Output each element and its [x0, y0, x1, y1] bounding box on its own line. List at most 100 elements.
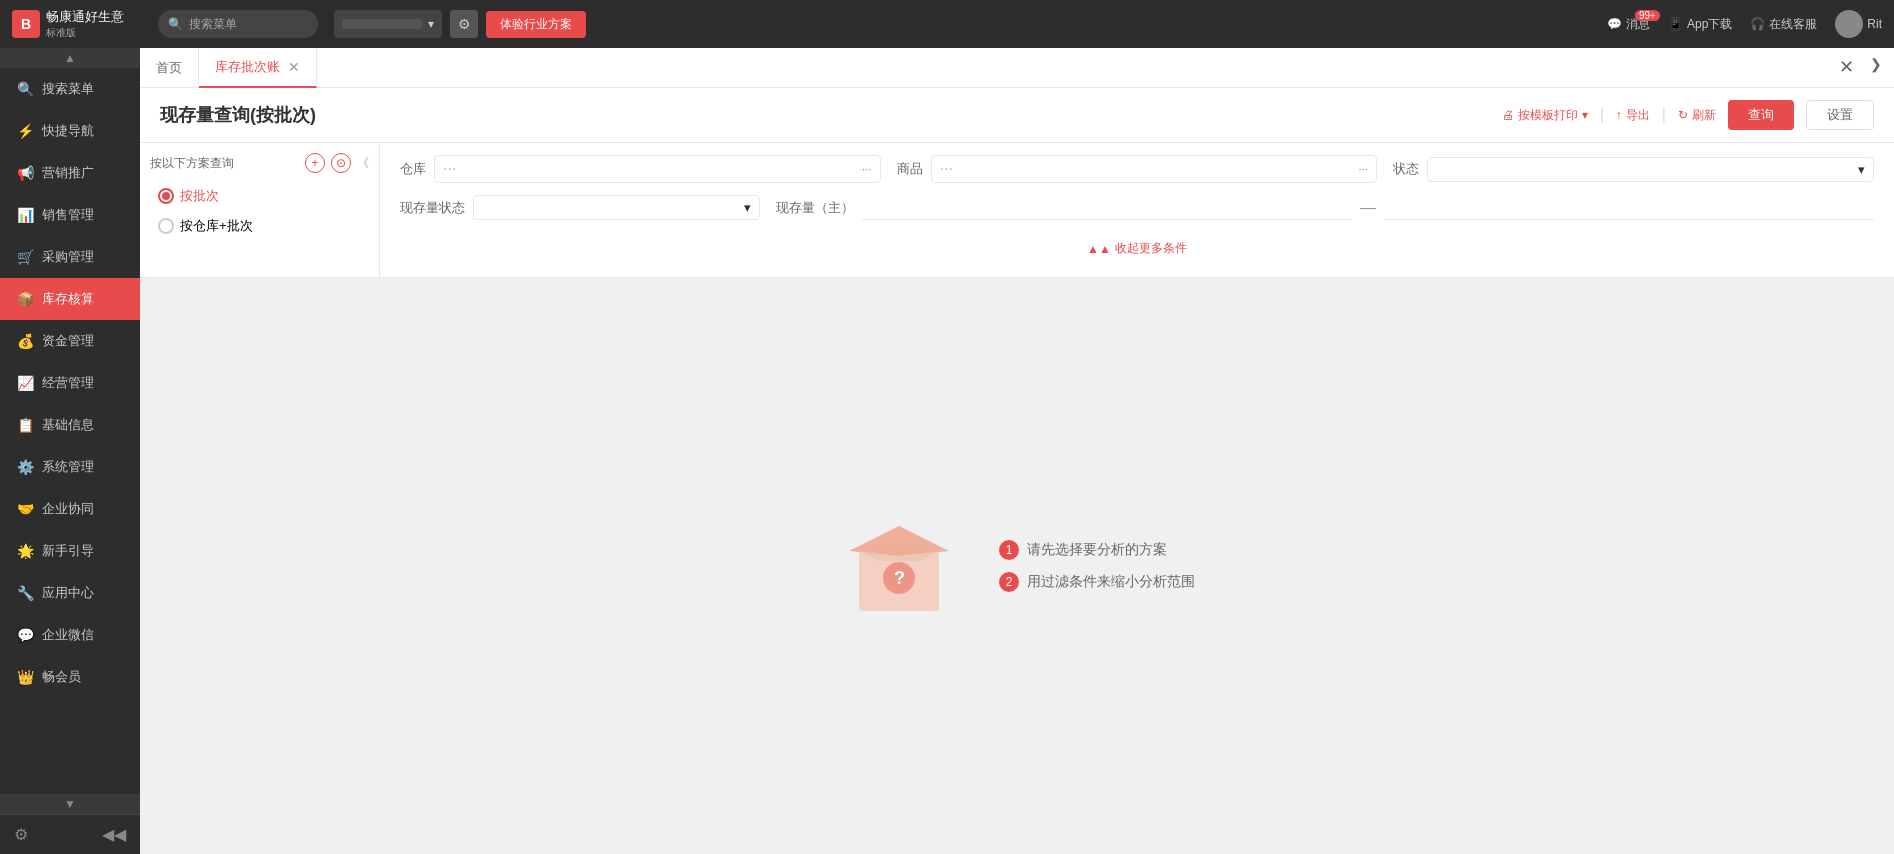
- sidebar-label-newbie: 新手引导: [42, 542, 94, 560]
- printer-icon: 🖨: [1502, 108, 1514, 122]
- enterprise-icon: 🤝: [16, 500, 34, 518]
- tabbar-close-icon[interactable]: ✕: [1839, 56, 1854, 78]
- topbar-dropdown[interactable]: ▾: [334, 10, 442, 38]
- sidebar-item-inventory[interactable]: 📦 库存核算: [0, 278, 140, 320]
- refresh-label: 刷新: [1692, 107, 1716, 124]
- query-button[interactable]: 查询: [1728, 100, 1794, 130]
- manage-plan-icon[interactable]: ⊙: [331, 153, 351, 173]
- sidebar-item-member[interactable]: 👑 畅会员: [0, 656, 140, 698]
- headset-icon: 🎧: [1750, 17, 1765, 31]
- filter-row-1: 仓库 ··· ··· 商品 ··· ··· 状态: [400, 155, 1874, 183]
- app-center-icon: 🔧: [16, 584, 34, 602]
- refresh-button[interactable]: ↻ 刷新: [1678, 107, 1716, 124]
- svg-marker-1: [849, 526, 949, 556]
- tab-home[interactable]: 首页: [140, 48, 199, 88]
- gear-icon[interactable]: ⚙: [450, 10, 478, 38]
- page-actions: 🖨 按模板打印 ▾ | ↑ 导出 | ↻ 刷新 查询 设置: [1502, 100, 1874, 130]
- search-menu-input[interactable]: 🔍 搜索菜单: [158, 10, 318, 38]
- logo-icon: B: [12, 10, 40, 38]
- goods-more-icon[interactable]: ···: [1358, 162, 1368, 176]
- quick-nav-icon: ⚡: [16, 122, 34, 140]
- step-2-text: 用过滤条件来缩小分析范围: [1027, 573, 1195, 591]
- goods-label: 商品: [897, 160, 923, 178]
- stock-status-dropdown-icon: ▾: [744, 200, 751, 215]
- sidebar-item-search[interactable]: 🔍 搜索菜单: [0, 68, 140, 110]
- logo-sub: 标准版: [46, 26, 124, 40]
- sidebar-label-system: 系统管理: [42, 458, 94, 476]
- message-button[interactable]: 💬 消息 99+: [1607, 16, 1650, 33]
- newbie-icon: 🌟: [16, 542, 34, 560]
- collapse-sidebar-icon[interactable]: ◀◀: [102, 825, 126, 844]
- sidebar-label-app-center: 应用中心: [42, 584, 94, 602]
- sidebar-item-finance[interactable]: 💰 资金管理: [0, 320, 140, 362]
- tab-close-icon[interactable]: ✕: [288, 60, 300, 74]
- user-name-label: Rit: [1867, 17, 1882, 31]
- sidebar-item-newbie[interactable]: 🌟 新手引导: [0, 530, 140, 572]
- sidebar-item-app-center[interactable]: 🔧 应用中心: [0, 572, 140, 614]
- content-area: 首页 库存批次账 ✕ ✕ ❯ 现存量查询(按批次) 🖨 按模板打印 ▾ | ↑: [140, 48, 1894, 854]
- print-dropdown-icon[interactable]: ▾: [1582, 108, 1588, 122]
- stock-status-select[interactable]: ▾: [473, 195, 760, 220]
- print-button[interactable]: 🖨 按模板打印 ▾: [1502, 107, 1588, 124]
- plan-item-warehouse-batch[interactable]: 按仓库+批次: [150, 211, 369, 241]
- app-download-button[interactable]: 📱 App下载: [1668, 16, 1732, 33]
- add-plan-icon[interactable]: +: [305, 153, 325, 173]
- plan-radio-empty: [158, 218, 174, 234]
- plan-item-batch[interactable]: 按批次: [150, 181, 369, 211]
- sidebar-scroll-down[interactable]: ▼: [0, 794, 140, 814]
- operations-icon: 📈: [16, 374, 34, 392]
- sidebar-item-basic-info[interactable]: 📋 基础信息: [0, 404, 140, 446]
- empty-svg: ?: [839, 506, 959, 626]
- marketing-icon: 📢: [16, 164, 34, 182]
- tab-inventory-batch[interactable]: 库存批次账 ✕: [199, 48, 317, 88]
- stock-status-label: 现存量状态: [400, 199, 465, 217]
- user-avatar[interactable]: Rit: [1835, 10, 1882, 38]
- step-1-text: 请先选择要分析的方案: [1027, 541, 1167, 559]
- print-label: 按模板打印: [1518, 107, 1578, 124]
- collapse-conditions-button[interactable]: ▲▲ 收起更多条件: [400, 232, 1874, 265]
- tab-home-label: 首页: [156, 59, 182, 77]
- app-download-label: App下载: [1687, 16, 1732, 33]
- chevron-up-icon: ▲▲: [1087, 242, 1111, 256]
- step-1-badge: 1: [999, 540, 1019, 560]
- logo-text: 畅康通好生意: [46, 8, 124, 26]
- tabbar: 首页 库存批次账 ✕ ✕ ❯: [140, 48, 1894, 88]
- tabbar-scroll-icon[interactable]: ❯: [1870, 56, 1882, 72]
- stock-main-range: —: [862, 196, 1874, 220]
- sidebar-item-purchase[interactable]: 🛒 采购管理: [0, 236, 140, 278]
- sidebar-item-operations[interactable]: 📈 经营管理: [0, 362, 140, 404]
- sidebar-item-quick-nav[interactable]: ⚡ 快捷导航: [0, 110, 140, 152]
- stock-main-max[interactable]: [1384, 196, 1874, 220]
- online-service-button[interactable]: 🎧 在线客服: [1750, 16, 1817, 33]
- message-icon: 💬: [1607, 17, 1622, 31]
- warehouse-value: ···: [443, 160, 854, 178]
- main-layout: ▲ 🔍 搜索菜单 ⚡ 快捷导航 📢 营销推广 📊 销售管理 🛒 采购管理: [0, 48, 1894, 854]
- warehouse-more-icon[interactable]: ···: [862, 162, 872, 176]
- sidebar-item-marketing[interactable]: 📢 营销推广: [0, 152, 140, 194]
- empty-text: 1 请先选择要分析的方案 2 用过滤条件来缩小分析范围: [999, 540, 1195, 592]
- basic-info-icon: 📋: [16, 416, 34, 434]
- collapse-panel-icon[interactable]: 《: [357, 155, 369, 172]
- collapse-label: 收起更多条件: [1115, 240, 1187, 257]
- sidebar-scroll-up[interactable]: ▲: [0, 48, 140, 68]
- settings-icon[interactable]: ⚙: [14, 825, 28, 844]
- sidebar-item-system[interactable]: ⚙️ 系统管理: [0, 446, 140, 488]
- logo: B 畅康通好生意 标准版: [12, 8, 142, 40]
- export-label: 导出: [1626, 107, 1650, 124]
- warehouse-input[interactable]: ··· ···: [434, 155, 881, 183]
- trial-button[interactable]: 体验行业方案: [486, 11, 586, 38]
- filter-plan-section: 按以下方案查询 + ⊙ 《 按批次 按仓库+批次: [140, 143, 380, 277]
- sidebar-item-sales[interactable]: 📊 销售管理: [0, 194, 140, 236]
- plan-label-warehouse-batch: 按仓库+批次: [180, 217, 253, 235]
- filter-goods-field: 商品 ··· ···: [897, 155, 1378, 183]
- stock-main-min[interactable]: [862, 196, 1352, 220]
- sidebar-item-wechat[interactable]: 💬 企业微信: [0, 614, 140, 656]
- filter-panel: 按以下方案查询 + ⊙ 《 按批次 按仓库+批次: [140, 143, 1894, 278]
- setting-button[interactable]: 设置: [1806, 100, 1874, 130]
- goods-input[interactable]: ··· ···: [931, 155, 1378, 183]
- sidebar-item-enterprise[interactable]: 🤝 企业协同: [0, 488, 140, 530]
- export-button[interactable]: ↑ 导出: [1616, 107, 1650, 124]
- sidebar-label-finance: 资金管理: [42, 332, 94, 350]
- svg-text:?: ?: [894, 568, 905, 588]
- status-select[interactable]: ▾: [1427, 157, 1874, 182]
